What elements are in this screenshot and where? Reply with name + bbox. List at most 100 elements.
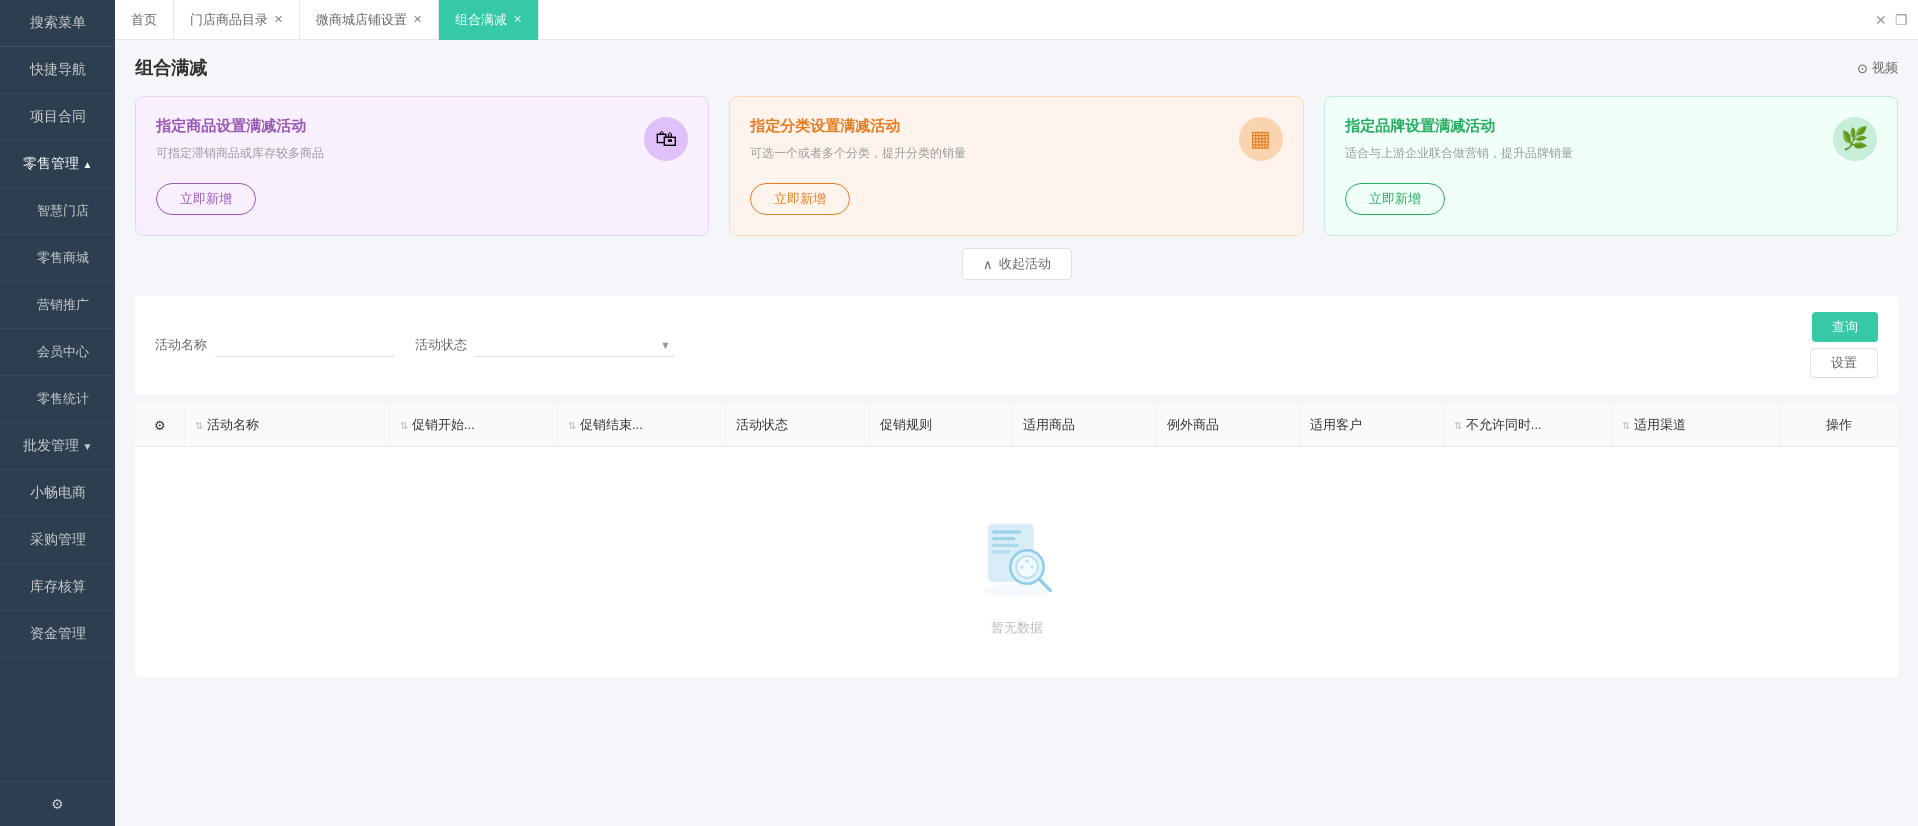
th-sort-icon: ⇅ bbox=[568, 420, 576, 431]
tab-store-catalog[interactable]: 门店商品目录 ✕ bbox=[174, 0, 300, 40]
th-sort-icon: ⇅ bbox=[400, 420, 408, 431]
sidebar-item-retail-stats[interactable]: 零售统计 bbox=[0, 376, 115, 423]
th-label: 操作 bbox=[1826, 416, 1852, 434]
svg-point-10 bbox=[1020, 565, 1023, 568]
sidebar-item-purchase-mgmt[interactable]: 采购管理 bbox=[0, 517, 115, 564]
svg-rect-2 bbox=[992, 530, 1021, 533]
svg-rect-4 bbox=[992, 544, 1019, 547]
gear-icon: ⚙ bbox=[51, 796, 64, 812]
th-label: 活动名称 bbox=[207, 416, 259, 434]
th-promo-start[interactable]: ⇅ 促销开始... bbox=[390, 404, 558, 446]
chevron-down-icon: ▼ bbox=[83, 441, 93, 452]
activity-status-select-wrap: ▼ bbox=[475, 333, 675, 357]
close-window-icon[interactable]: ✕ bbox=[1875, 12, 1887, 28]
th-promo-rule: 促销规则 bbox=[870, 404, 1014, 446]
th-sort-icon: ⇅ bbox=[1622, 420, 1630, 431]
goods-promo-card: 🛍 指定商品设置满减活动 可指定滞销商品或库存较多商品 立即新增 bbox=[135, 96, 709, 236]
activity-status-label: 活动状态 bbox=[415, 336, 467, 354]
svg-point-7 bbox=[1016, 556, 1038, 578]
sidebar-item-label: 采购管理 bbox=[30, 531, 86, 549]
sidebar-item-smart-store[interactable]: 智慧门店 bbox=[0, 188, 115, 235]
th-activity-status: 活动状态 bbox=[726, 404, 870, 446]
sidebar-item-wholesale-mgmt[interactable]: 批发管理 ▼ bbox=[0, 423, 115, 470]
sidebar-item-label: 批发管理 bbox=[23, 437, 79, 455]
goods-card-icon: 🛍 bbox=[644, 117, 688, 161]
main-content: 首页 门店商品目录 ✕ 微商城店铺设置 ✕ 组合满减 ✕ ✕ ❐ 组合满减 ⊙ … bbox=[115, 0, 1918, 826]
svg-point-11 bbox=[1030, 565, 1033, 568]
th-label: 适用渠道 bbox=[1634, 416, 1686, 434]
th-label: 例外商品 bbox=[1167, 416, 1219, 434]
svg-point-0 bbox=[983, 584, 1050, 597]
chevron-up-icon: ▲ bbox=[83, 159, 93, 170]
sidebar-item-label: 项目合同 bbox=[30, 108, 86, 126]
sidebar-item-xiao-ecom[interactable]: 小畅电商 bbox=[0, 470, 115, 517]
query-button[interactable]: 查询 bbox=[1812, 312, 1878, 342]
sidebar-item-label: 库存核算 bbox=[30, 578, 86, 596]
tab-combo-discount[interactable]: 组合满减 ✕ bbox=[439, 0, 539, 40]
goods-card-title: 指定商品设置满减活动 bbox=[156, 117, 688, 136]
th-exception-goods: 例外商品 bbox=[1157, 404, 1301, 446]
sidebar-item-marketing[interactable]: 营销推广 bbox=[0, 282, 115, 329]
filter-row: 活动名称 活动状态 ▼ 查询 设置 bbox=[135, 296, 1898, 394]
settings-icon: ⚙ bbox=[154, 418, 166, 433]
tab-store-catalog-label: 门店商品目录 bbox=[190, 11, 268, 29]
sidebar-item-label: 资金管理 bbox=[30, 625, 86, 643]
video-link[interactable]: ⊙ 视频 bbox=[1857, 59, 1898, 77]
th-applicable-channel[interactable]: ⇅ 适用渠道 bbox=[1612, 404, 1780, 446]
svg-rect-3 bbox=[992, 537, 1015, 540]
th-settings[interactable]: ⚙ bbox=[135, 406, 185, 445]
tab-wechat-settings[interactable]: 微商城店铺设置 ✕ bbox=[300, 0, 439, 40]
sidebar-item-retail-mall[interactable]: 零售商城 bbox=[0, 235, 115, 282]
sidebar-search[interactable]: 搜索菜单 bbox=[0, 0, 115, 47]
activity-status-field: 活动状态 ▼ bbox=[415, 333, 675, 357]
video-label: 视频 bbox=[1872, 59, 1898, 77]
category-card-add-btn[interactable]: 立即新增 bbox=[750, 183, 850, 215]
activity-status-select[interactable] bbox=[475, 333, 675, 357]
th-label: 不允许同时... bbox=[1466, 416, 1542, 434]
th-promo-end[interactable]: ⇅ 促销结束... bbox=[558, 404, 726, 446]
restore-window-icon[interactable]: ❐ bbox=[1895, 12, 1908, 28]
svg-point-9 bbox=[1025, 560, 1028, 563]
brand-card-add-btn[interactable]: 立即新增 bbox=[1345, 183, 1445, 215]
sidebar-item-label: 零售商城 bbox=[37, 249, 89, 267]
bag-icon: 🛍 bbox=[655, 126, 677, 152]
close-icon[interactable]: ✕ bbox=[274, 13, 283, 26]
collapse-activity-btn[interactable]: ∧ 收起活动 bbox=[962, 248, 1072, 280]
brand-promo-card: 🌿 指定品牌设置满减活动 适合与上游企业联合做营销，提升品牌销量 立即新增 bbox=[1324, 96, 1898, 236]
sidebar-item-label: 智慧门店 bbox=[37, 202, 89, 220]
activity-name-input[interactable] bbox=[215, 333, 395, 357]
sidebar-item-label: 营销推广 bbox=[37, 296, 89, 314]
sidebar-item-finance-mgmt[interactable]: 资金管理 bbox=[0, 611, 115, 658]
activity-name-label: 活动名称 bbox=[155, 336, 207, 354]
th-activity-name[interactable]: ⇅ 活动名称 bbox=[185, 404, 390, 446]
chevron-up-icon: ∧ bbox=[983, 257, 993, 272]
sidebar-item-label: 零售统计 bbox=[37, 390, 89, 408]
leaf-icon: 🌿 bbox=[1841, 126, 1868, 152]
page-title: 组合满减 bbox=[135, 56, 207, 80]
settings-button[interactable]: 设置 bbox=[1810, 348, 1878, 378]
th-not-allow-concurrent[interactable]: ⇅ 不允许同时... bbox=[1444, 404, 1612, 446]
sidebar-item-label: 小畅电商 bbox=[30, 484, 86, 502]
cards-row: 🛍 指定商品设置满减活动 可指定滞销商品或库存较多商品 立即新增 ▦ 指定分类设… bbox=[135, 96, 1898, 236]
sidebar-item-inventory-calc[interactable]: 库存核算 bbox=[0, 564, 115, 611]
goods-card-add-btn[interactable]: 立即新增 bbox=[156, 183, 256, 215]
activity-name-field: 活动名称 bbox=[155, 333, 395, 357]
page-area: 组合满减 ⊙ 视频 🛍 指定商品设置满减活动 可指定滞销商品或库存较多商品 立即… bbox=[115, 40, 1918, 826]
tab-home[interactable]: 首页 bbox=[115, 0, 174, 40]
sidebar-item-retail-mgmt[interactable]: 零售管理 ▲ bbox=[0, 141, 115, 188]
collapse-label: 收起活动 bbox=[999, 255, 1051, 273]
close-icon[interactable]: ✕ bbox=[513, 13, 522, 26]
th-action: 操作 bbox=[1780, 404, 1898, 446]
th-label: 促销结束... bbox=[580, 416, 643, 434]
sidebar-item-quick-nav[interactable]: 快捷导航 bbox=[0, 47, 115, 94]
category-promo-card: ▦ 指定分类设置满减活动 可选一个或者多个分类，提升分类的销量 立即新增 bbox=[729, 96, 1303, 236]
sidebar-item-label: 会员中心 bbox=[37, 343, 89, 361]
sidebar-item-label: 快捷导航 bbox=[30, 61, 86, 79]
tab-combo-discount-label: 组合满减 bbox=[455, 11, 507, 29]
collapse-bar: ∧ 收起活动 bbox=[135, 248, 1898, 280]
sidebar-settings-btn[interactable]: ⚙ bbox=[0, 781, 115, 826]
sidebar-item-member-center[interactable]: 会员中心 bbox=[0, 329, 115, 376]
close-icon[interactable]: ✕ bbox=[413, 13, 422, 26]
brand-card-title: 指定品牌设置满减活动 bbox=[1345, 117, 1877, 136]
sidebar-item-project-contract[interactable]: 项目合同 bbox=[0, 94, 115, 141]
